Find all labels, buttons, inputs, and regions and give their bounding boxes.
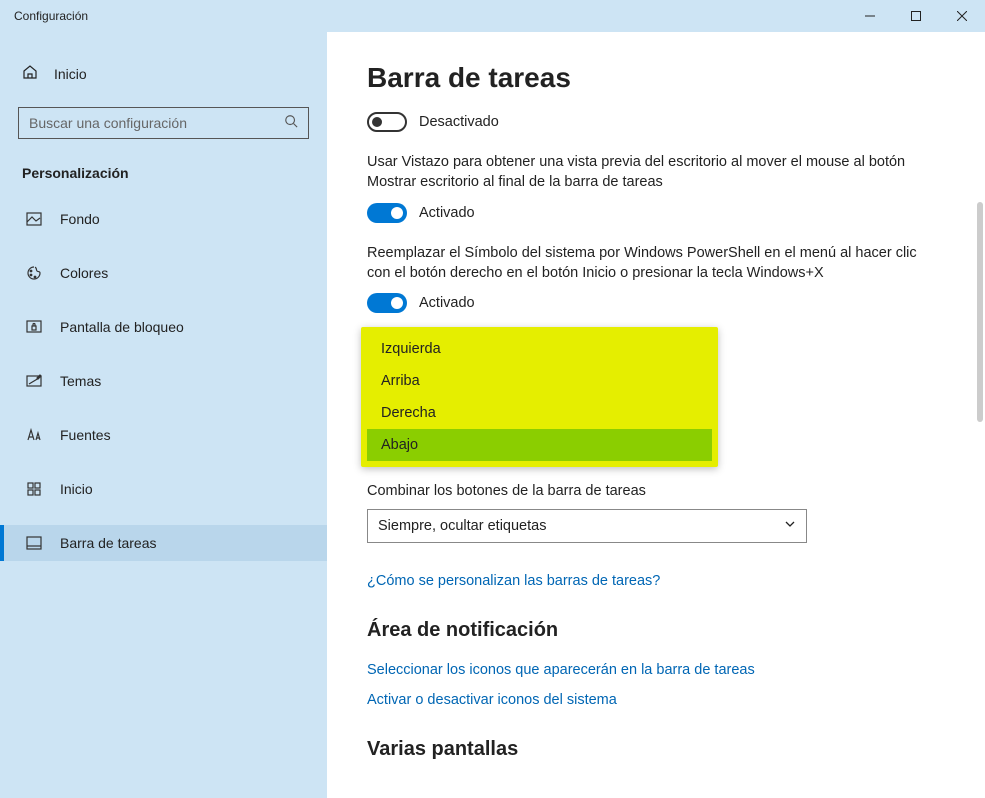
nav-label: Pantalla de bloqueo: [60, 319, 184, 335]
nav-list: Fondo Colores Pantalla de bloqueo Temas …: [0, 201, 327, 579]
themes-icon: [26, 373, 42, 389]
nav-item-inicio[interactable]: Inicio: [0, 471, 327, 507]
dropdown-option-abajo[interactable]: Abajo: [367, 429, 712, 461]
nav-label: Fuentes: [60, 427, 111, 443]
content-area: Barra de tareas Desactivado Usar Vistazo…: [327, 32, 985, 798]
toggle-state: Activado: [419, 205, 475, 221]
chevron-down-icon: [784, 518, 796, 534]
nav-item-colores[interactable]: Colores: [0, 255, 327, 291]
notification-heading: Área de notificación: [367, 619, 945, 642]
window-controls: [847, 0, 985, 32]
nav-item-barra-tareas[interactable]: Barra de tareas: [0, 525, 327, 561]
combine-label: Combinar los botones de la barra de tare…: [367, 483, 945, 499]
nav-label: Barra de tareas: [60, 535, 157, 551]
notification-link-system-icons[interactable]: Activar o desactivar iconos del sistema: [367, 692, 945, 708]
setting-desc: Usar Vistazo para obtener una vista prev…: [367, 152, 927, 193]
setting-vistazo: Usar Vistazo para obtener una vista prev…: [367, 152, 927, 223]
toggle-switch[interactable]: [367, 203, 407, 223]
dropdown-option-izquierda[interactable]: Izquierda: [367, 333, 712, 365]
maximize-button[interactable]: [893, 0, 939, 32]
multiscreen-heading: Varias pantallas: [367, 738, 945, 761]
nav-item-fondo[interactable]: Fondo: [0, 201, 327, 237]
lockscreen-icon: [26, 319, 42, 335]
search-icon: [284, 114, 298, 133]
taskbar-icon: [26, 535, 42, 551]
home-icon: [22, 64, 38, 83]
help-link[interactable]: ¿Cómo se personalizan las barras de tare…: [367, 573, 945, 589]
dropdown-option-derecha[interactable]: Derecha: [367, 397, 712, 429]
notification-link-select-icons[interactable]: Seleccionar los iconos que aparecerán en…: [367, 662, 945, 678]
minimize-button[interactable]: [847, 0, 893, 32]
home-label: Inicio: [54, 66, 87, 82]
sidebar: Inicio Personalización Fondo Colores Pan…: [0, 32, 327, 798]
toggle-switch[interactable]: [367, 293, 407, 313]
close-button[interactable]: [939, 0, 985, 32]
setting-powershell: Reemplazar el Símbolo del sistema por Wi…: [367, 243, 927, 314]
fonts-icon: [26, 427, 42, 443]
start-icon: [26, 481, 42, 497]
taskbar-position-dropdown: Izquierda Arriba Derecha Abajo: [367, 333, 712, 461]
palette-icon: [26, 265, 42, 281]
toggle-switch[interactable]: [367, 112, 407, 132]
toggle-state: Desactivado: [419, 114, 499, 130]
scrollbar[interactable]: [971, 72, 985, 798]
setting-desc: Reemplazar el Símbolo del sistema por Wi…: [367, 243, 927, 284]
combine-select[interactable]: Siempre, ocultar etiquetas: [367, 509, 807, 543]
page-title: Barra de tareas: [367, 62, 945, 94]
setting-toggle-off: Desactivado: [367, 112, 927, 132]
nav-item-fuentes[interactable]: Fuentes: [0, 417, 327, 453]
nav-item-temas[interactable]: Temas: [0, 363, 327, 399]
scrollbar-thumb[interactable]: [977, 202, 983, 422]
search-field[interactable]: [29, 115, 284, 131]
toggle-state: Activado: [419, 295, 475, 311]
nav-label: Inicio: [60, 481, 93, 497]
titlebar: Configuración: [0, 0, 985, 32]
picture-icon: [26, 211, 42, 227]
search-input[interactable]: [18, 107, 309, 139]
dropdown-option-arriba[interactable]: Arriba: [367, 365, 712, 397]
window-title: Configuración: [0, 9, 847, 23]
nav-label: Fondo: [60, 211, 100, 227]
nav-label: Temas: [60, 373, 101, 389]
home-button[interactable]: Inicio: [0, 54, 327, 93]
section-title: Personalización: [0, 157, 327, 201]
nav-label: Colores: [60, 265, 108, 281]
nav-item-bloqueo[interactable]: Pantalla de bloqueo: [0, 309, 327, 345]
select-value: Siempre, ocultar etiquetas: [378, 518, 546, 534]
